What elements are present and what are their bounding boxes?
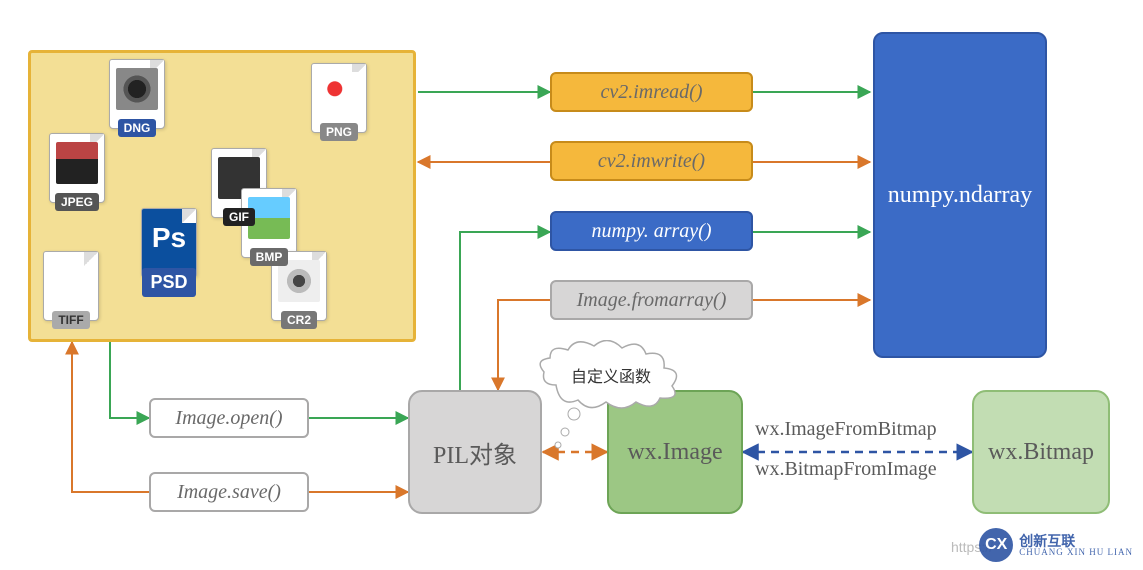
node-label: wx.Bitmap [988, 439, 1094, 466]
file-format-png: PNG [311, 63, 367, 141]
callout-custom-function: 自定义函数 [536, 340, 686, 410]
fn-label: numpy. array() [592, 220, 712, 243]
brand-name-pinyin: CHUANG XIN HU LIAN [1019, 548, 1133, 557]
edge-label-wx-image-from-bitmap: wx.ImageFromBitmap [755, 418, 937, 441]
image-files-panel: DNG PNG JPEG GIF BMP PsPSD CR2 TIFF [28, 50, 416, 342]
fn-label: Image.open() [175, 407, 282, 430]
node-label: wx.Image [627, 439, 722, 466]
file-format-psd: PsPSD [141, 208, 197, 297]
fn-label: Image.fromarray() [577, 289, 727, 312]
fn-cv2-imread: cv2.imread() [550, 72, 753, 112]
fn-numpy-array: numpy. array() [550, 211, 753, 251]
fn-image-fromarray: Image.fromarray() [550, 280, 753, 320]
node-wx-bitmap: wx.Bitmap [972, 390, 1110, 514]
file-format-tiff: TIFF [43, 251, 99, 329]
node-label: numpy.ndarray [888, 182, 1032, 209]
file-format-dng: DNG [109, 59, 165, 137]
fn-image-save: Image.save() [149, 472, 309, 512]
brand-logo-icon: CX [979, 528, 1013, 562]
brand-name-cn: 创新互联 [1019, 534, 1133, 548]
fn-image-open: Image.open() [149, 398, 309, 438]
node-label: PIL对象 [433, 435, 517, 470]
fn-label: Image.save() [177, 481, 281, 504]
node-pil-object: PIL对象 [408, 390, 542, 514]
watermark-brand: CX 创新互联 CHUANG XIN HU LIAN [979, 528, 1133, 562]
fn-label: cv2.imwrite() [598, 150, 705, 173]
fn-label: cv2.imread() [601, 81, 703, 104]
fn-cv2-imwrite: cv2.imwrite() [550, 141, 753, 181]
callout-label: 自定义函数 [571, 363, 651, 387]
edge-label-wx-bitmap-from-image: wx.BitmapFromImage [755, 458, 937, 481]
node-numpy-ndarray: numpy.ndarray [873, 32, 1047, 358]
file-format-jpeg: JPEG [49, 133, 105, 211]
